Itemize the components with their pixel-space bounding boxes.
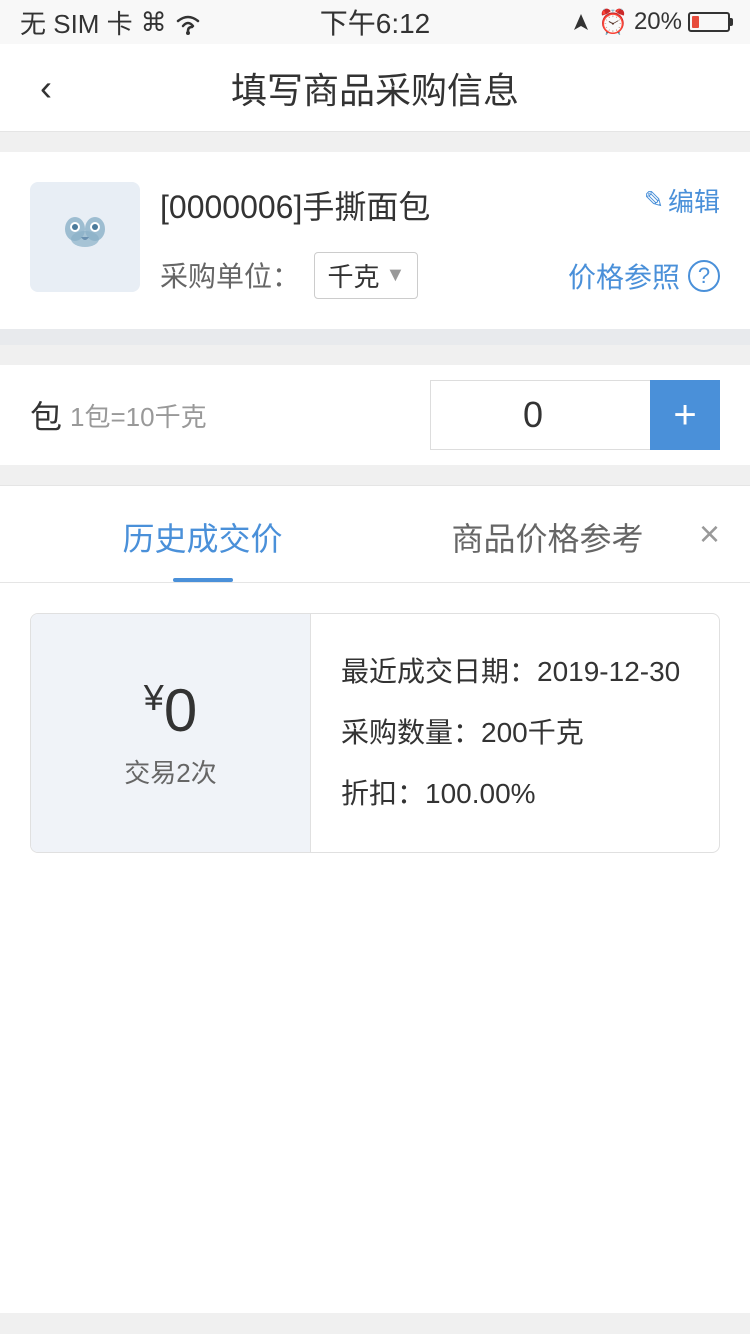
product-card: [0000006]手撕面包 ✎ 编辑 采购单位： 千克 ▼ 价格参照 ? — [0, 152, 750, 329]
history-trade-count: 交易2次 — [124, 753, 216, 790]
history-purchase-qty: 采购数量：200千克 — [341, 711, 689, 756]
history-purchase-qty-label: 采购数量： — [341, 717, 481, 748]
history-discount-value: 100.00% — [425, 778, 536, 809]
history-recent-date-label: 最近成交日期： — [341, 656, 537, 687]
status-left: 无 SIM 卡 ⌘ — [20, 4, 202, 41]
tab-content: ¥0 交易2次 最近成交日期：2019-12-30 采购数量：200千克 折扣：… — [0, 613, 750, 1313]
history-recent-date-value: 2019-12-30 — [537, 656, 680, 687]
price-ref-label: 价格参照 — [568, 256, 680, 296]
unit-value: 千克 — [327, 257, 379, 294]
status-bar: 无 SIM 卡 ⌘ 下午6:12 ⏰ 20% — [0, 0, 750, 44]
gps-icon — [570, 8, 592, 36]
edit-button[interactable]: ✎ 编辑 — [644, 182, 720, 219]
currency-symbol: ¥ — [144, 677, 164, 718]
tab-active-indicator — [173, 578, 233, 582]
nav-bar: ‹ 填写商品采购信息 — [0, 44, 750, 132]
quantity-input[interactable] — [430, 380, 650, 450]
unit-select[interactable]: 千克 ▼ — [314, 252, 418, 299]
history-details: 最近成交日期：2019-12-30 采购数量：200千克 折扣：100.00% — [311, 614, 719, 852]
edit-icon: ✎ — [644, 186, 664, 215]
quantity-unit-name: 包 — [30, 392, 62, 438]
quantity-unit-convert: 1包=10千克 — [70, 397, 207, 434]
history-discount: 折扣：100.00% — [341, 772, 689, 817]
tab-product-price-ref[interactable]: 商品价格参考 — [375, 486, 720, 582]
status-right: ⏰ 20% — [570, 8, 730, 37]
section-divider — [0, 329, 750, 345]
quantity-section: 包 1包=10千克 + — [0, 365, 750, 465]
history-card: ¥0 交易2次 最近成交日期：2019-12-30 采购数量：200千克 折扣：… — [30, 613, 720, 853]
price-ref-help-icon: ? — [688, 260, 720, 292]
alarm-icon: ⏰ — [598, 8, 628, 37]
quantity-controls: + — [430, 380, 720, 450]
history-price-summary: ¥0 交易2次 — [31, 614, 311, 852]
product-name: [0000006]手撕面包 — [160, 182, 430, 228]
tabs-section: 历史成交价 商品价格参考 × ¥0 交易2次 最近成交日期：2019-12-30… — [0, 485, 750, 1313]
history-recent-date: 最近成交日期：2019-12-30 — [341, 650, 689, 695]
carrier-text: 无 SIM 卡 — [20, 4, 133, 41]
status-time: 下午6:12 — [320, 2, 431, 42]
tabs-close-button[interactable]: × — [689, 503, 730, 565]
history-price-value: ¥0 — [144, 676, 197, 745]
price-number: 0 — [164, 677, 197, 744]
price-ref-button[interactable]: 价格参照 ? — [568, 256, 720, 296]
tabs-header: 历史成交价 商品价格参考 × — [0, 486, 750, 583]
product-thumbnail — [30, 182, 140, 292]
page-title: 填写商品采购信息 — [231, 62, 519, 114]
back-button[interactable]: ‹ — [30, 57, 62, 119]
history-purchase-qty-value: 200千克 — [481, 717, 584, 748]
tab-history-price[interactable]: 历史成交价 — [30, 486, 375, 582]
product-info: [0000006]手撕面包 ✎ 编辑 采购单位： 千克 ▼ 价格参照 ? — [160, 182, 720, 299]
quantity-plus-button[interactable]: + — [650, 380, 720, 450]
dropdown-arrow-icon: ▼ — [385, 264, 405, 287]
product-header: [0000006]手撕面包 ✎ 编辑 — [160, 182, 720, 228]
product-thumb-icon — [55, 201, 115, 273]
tab-product-price-label: 商品价格参考 — [451, 521, 643, 557]
battery-percent: 20% — [634, 8, 682, 36]
unit-left: 采购单位： 千克 ▼ — [160, 252, 418, 299]
unit-label: 采购单位： — [160, 261, 300, 292]
wifi-icon: ⌘ — [141, 7, 202, 38]
history-discount-label: 折扣： — [341, 778, 425, 809]
product-unit-row: 采购单位： 千克 ▼ 价格参照 ? — [160, 252, 720, 299]
edit-label: 编辑 — [668, 182, 720, 219]
tab-history-label: 历史成交价 — [122, 521, 282, 557]
battery-icon — [688, 12, 730, 32]
